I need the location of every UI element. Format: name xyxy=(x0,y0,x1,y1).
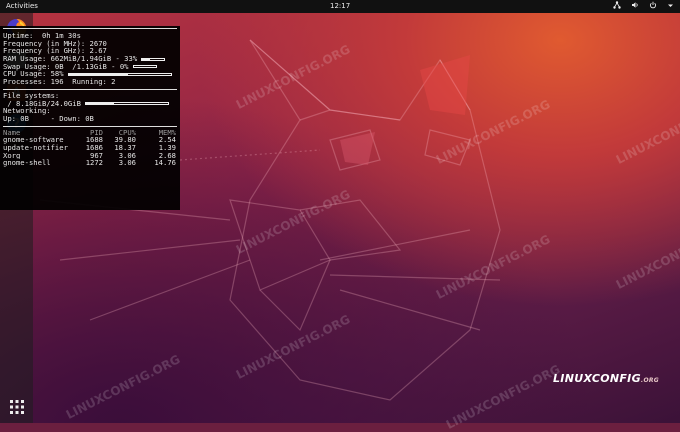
process-name: gnome-software xyxy=(3,136,64,144)
process-cpu: 18.37 xyxy=(114,143,136,152)
divider xyxy=(3,28,177,29)
divider xyxy=(3,125,177,127)
linuxconfig-logo: LINUXCONFIG.ORG xyxy=(553,372,659,385)
process-pid: 967 xyxy=(90,151,103,160)
top-bar: Activities 12:17 xyxy=(0,0,680,13)
divider xyxy=(3,88,177,90)
root-filesystem-line: / 8.18GiB/24.0GiB xyxy=(3,98,178,108)
frequency-mhz-line: Frequency (in MHz): 2670 xyxy=(3,39,107,48)
process-mem: 1.39 xyxy=(158,143,176,152)
network-traffic-line: Up: 0B - Down: 0B xyxy=(3,114,94,123)
system-tray[interactable] xyxy=(613,1,674,9)
process-cpu: 39.80 xyxy=(114,136,136,144)
process-mem: 2.68 xyxy=(158,151,176,160)
logo-main-text: LINUXCONFIG xyxy=(553,372,641,385)
networking-header: Networking: xyxy=(3,107,51,115)
volume-icon[interactable] xyxy=(631,1,639,9)
show-applications-button[interactable] xyxy=(5,395,28,418)
process-name: gnome-shell xyxy=(3,159,51,167)
root-filesystem-bar xyxy=(85,102,170,105)
app-grid-icon xyxy=(9,399,24,414)
process-name: Xorg xyxy=(3,151,21,160)
process-pid: 1686 xyxy=(85,143,103,152)
process-cpu: 3.06 xyxy=(118,159,136,167)
column-pid: PID xyxy=(90,128,103,137)
process-name: update-notifier xyxy=(3,143,68,152)
process-pid: 1272 xyxy=(85,159,103,167)
column-cpu: CPU% xyxy=(118,128,136,137)
power-icon[interactable] xyxy=(649,1,657,9)
process-cpu: 3.06 xyxy=(118,151,136,160)
table-row: gnome-software 1688 39.80 2.54 xyxy=(3,136,178,144)
table-row: update-notifier 1686 18.37 1.39 xyxy=(3,144,178,152)
conky-system-monitor: Uptime: 0h 1m 30s Frequency (in MHz): 26… xyxy=(0,26,180,210)
activities-button[interactable]: Activities xyxy=(6,2,38,10)
clock[interactable]: 12:17 xyxy=(330,2,350,10)
process-table-header: Name PID CPU% MEM% xyxy=(3,129,178,137)
chevron-down-icon[interactable] xyxy=(667,2,674,9)
logo-small-text: .ORG xyxy=(640,377,660,384)
table-row: Xorg 967 3.06 2.68 xyxy=(3,152,178,160)
swap-usage-bar xyxy=(132,65,157,69)
process-mem: 14.76 xyxy=(154,159,176,167)
root-filesystem-text: / 8.18GiB/24.0GiB xyxy=(3,98,81,108)
cpu-usage-bar xyxy=(67,72,172,76)
cpu-usage-line: CPU Usage: 58% xyxy=(3,70,178,78)
process-pid: 1688 xyxy=(85,136,103,144)
uptime-line: Uptime: 0h 1m 30s xyxy=(3,32,81,40)
column-mem: MEM% xyxy=(158,128,176,137)
processes-line: Processes: 196 Running: 2 xyxy=(3,78,116,86)
ram-usage-bar xyxy=(141,57,166,61)
process-mem: 2.54 xyxy=(158,136,176,144)
cpu-usage-text: CPU Usage: 58% xyxy=(3,69,64,79)
column-name: Name xyxy=(3,128,21,137)
table-row: gnome-shell 1272 3.06 14.76 xyxy=(3,159,178,167)
network-icon[interactable] xyxy=(613,1,621,9)
process-table: Name PID CPU% MEM% gnome-software 1688 3… xyxy=(3,129,178,167)
